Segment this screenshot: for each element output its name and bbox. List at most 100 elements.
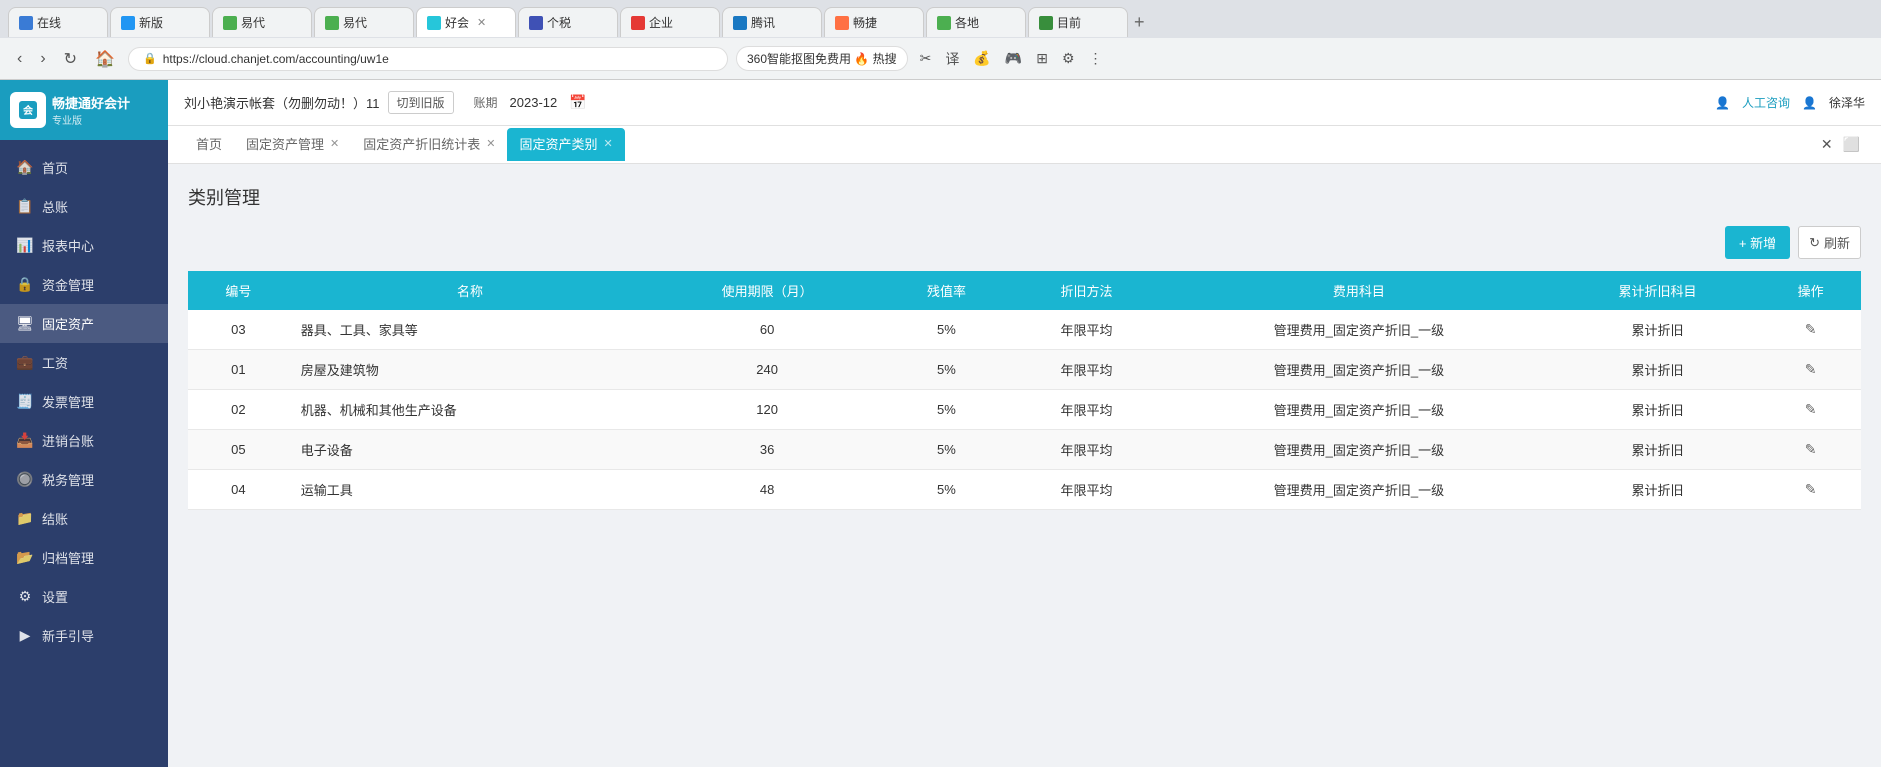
sidebar-item-assets-label: 固定资产: [42, 314, 94, 333]
sidebar-item-fund[interactable]: 🔒 资金管理: [0, 265, 168, 304]
sidebar-item-ledger[interactable]: 📋 总账: [0, 187, 168, 226]
service-label[interactable]: 人工咨询: [1742, 94, 1790, 111]
cell-accumulated-0: 累计折旧: [1555, 310, 1760, 350]
edit-button-3[interactable]: ✎: [1801, 439, 1821, 460]
sidebar-item-payroll[interactable]: 💼 工资: [0, 343, 168, 382]
col-method: 折旧方法: [1010, 271, 1163, 310]
table-row: 01 房屋及建筑物 240 5% 年限平均 管理费用_固定资产折旧_一级 累计折…: [188, 350, 1861, 390]
browser-tab-1[interactable]: 新版: [110, 7, 210, 37]
favicon-8: [835, 16, 849, 30]
col-residual: 残值率: [883, 271, 1010, 310]
tab-label-5: 个税: [547, 14, 571, 31]
search-label: 360智能抠图免费用 🔥 热搜: [747, 50, 897, 67]
tab-asset-mgmt-label: 固定资产管理: [246, 134, 324, 153]
address-bar[interactable]: 🔒 https://cloud.chanjet.com/accounting/u…: [128, 47, 728, 71]
cell-action-1[interactable]: ✎: [1760, 350, 1861, 390]
browser-tab-10[interactable]: 目前: [1028, 7, 1128, 37]
page-title: 类别管理: [188, 184, 1861, 210]
tab-depreciation[interactable]: 固定资产折旧统计表 ✕: [351, 126, 507, 163]
sidebar-item-assets[interactable]: 🖥 固定资产: [0, 304, 168, 343]
invoice-icon: 🧾: [16, 393, 34, 411]
user-label: 徐泽华: [1829, 94, 1865, 111]
col-id: 编号: [188, 271, 289, 310]
cell-months-4: 48: [651, 470, 883, 510]
sidebar: 会 畅捷通好会计 专业版 🏠 首页 📋 总账 📊 报表中心 🔒: [0, 80, 168, 767]
sidebar-item-settings[interactable]: ⚙ 设置: [0, 577, 168, 616]
browser-tab-7[interactable]: 腾讯: [722, 7, 822, 37]
logo-main-text: 畅捷通好会计: [52, 93, 130, 112]
forward-button[interactable]: ›: [35, 48, 50, 70]
edit-button-1[interactable]: ✎: [1801, 359, 1821, 380]
calendar-icon[interactable]: 📅: [569, 94, 586, 111]
tab-category-close[interactable]: ✕: [604, 137, 613, 150]
close-window-btn[interactable]: ✕: [1816, 134, 1838, 155]
tab-label-3: 易代: [343, 14, 367, 31]
sidebar-item-inventory[interactable]: 📥 进销台账: [0, 421, 168, 460]
browser-tab-3[interactable]: 易代: [314, 7, 414, 37]
game-btn[interactable]: 🎮: [1001, 48, 1026, 69]
cell-action-4[interactable]: ✎: [1760, 470, 1861, 510]
tab-home[interactable]: 首页: [184, 126, 234, 163]
tab-depreciation-label: 固定资产折旧统计表: [363, 134, 480, 153]
refresh-button[interactable]: ↻ 刷新: [1798, 226, 1861, 259]
browser-tab-6[interactable]: 企业: [620, 7, 720, 37]
cell-accumulated-4: 累计折旧: [1555, 470, 1760, 510]
service-icon: 👤: [1715, 96, 1730, 110]
tab-close-4[interactable]: ✕: [477, 16, 486, 29]
settings-nav-icon: ⚙: [16, 588, 34, 606]
page-tab-strip: 首页 固定资产管理 ✕ 固定资产折旧统计表 ✕ 固定资产类别 ✕ ✕ ⬜: [168, 126, 1881, 164]
cell-action-3[interactable]: ✎: [1760, 430, 1861, 470]
edit-button-2[interactable]: ✎: [1801, 399, 1821, 420]
edit-button-0[interactable]: ✎: [1801, 319, 1821, 340]
translate-btn[interactable]: 译: [941, 47, 963, 71]
cell-months-1: 240: [651, 350, 883, 390]
edit-button-4[interactable]: ✎: [1801, 479, 1821, 500]
favicon-5: [529, 16, 543, 30]
tab-asset-mgmt[interactable]: 固定资产管理 ✕: [234, 126, 351, 163]
sidebar-item-guide[interactable]: ▶ 新手引导: [0, 616, 168, 655]
browser-tab-4[interactable]: 好会 ✕: [416, 7, 516, 37]
search-box[interactable]: 360智能抠图免费用 🔥 热搜: [736, 46, 908, 71]
favicon-6: [631, 16, 645, 30]
new-tab-button[interactable]: +: [1130, 12, 1149, 33]
sidebar-item-reports[interactable]: 📊 报表中心: [0, 226, 168, 265]
tab-depreciation-close[interactable]: ✕: [486, 137, 495, 150]
browser-tab-5[interactable]: 个税: [518, 7, 618, 37]
browser-tab-2[interactable]: 易代: [212, 7, 312, 37]
cell-method-4: 年限平均: [1010, 470, 1163, 510]
sidebar-item-tax[interactable]: 🔘 税务管理: [0, 460, 168, 499]
tab-category[interactable]: 固定资产类别 ✕: [507, 128, 624, 161]
content-area: 类别管理 + 新增 ↻ 刷新 编号 名称 使用期限（月） 残值率 折旧方法 费: [168, 164, 1881, 767]
cell-action-2[interactable]: ✎: [1760, 390, 1861, 430]
sidebar-item-archive[interactable]: 📂 归档管理: [0, 538, 168, 577]
guide-icon: ▶: [16, 627, 34, 645]
favicon-1: [121, 16, 135, 30]
grid-btn[interactable]: ⊞: [1032, 48, 1052, 69]
tab-asset-mgmt-close[interactable]: ✕: [330, 137, 339, 150]
browser-tab-0[interactable]: 在线: [8, 7, 108, 37]
more-btn[interactable]: ⋮: [1085, 48, 1107, 69]
maximize-window-btn[interactable]: ⬜: [1838, 134, 1865, 155]
favicon-9: [937, 16, 951, 30]
browser-tab-9[interactable]: 各地: [926, 7, 1026, 37]
scissors-btn[interactable]: ✂: [916, 48, 936, 69]
cell-action-0[interactable]: ✎: [1760, 310, 1861, 350]
reload-button[interactable]: ↻: [59, 47, 82, 71]
ssl-icon: 🔒: [143, 52, 157, 65]
sidebar-item-invoice[interactable]: 🧾 发票管理: [0, 382, 168, 421]
sidebar-item-inventory-label: 进销台账: [42, 431, 94, 450]
wallet-btn[interactable]: 💰: [969, 48, 994, 69]
logo-text-block: 畅捷通好会计 专业版: [52, 93, 130, 127]
settings-btn[interactable]: ⚙: [1058, 48, 1079, 69]
tab-home-label: 首页: [196, 134, 222, 153]
switch-version-button[interactable]: 切到旧版: [388, 91, 454, 114]
cell-expense-4: 管理费用_固定资产折旧_一级: [1163, 470, 1555, 510]
sidebar-item-closing[interactable]: 📁 结账: [0, 499, 168, 538]
browser-tab-8[interactable]: 畅捷: [824, 7, 924, 37]
home-button[interactable]: 🏠: [90, 47, 120, 71]
back-button[interactable]: ‹: [12, 48, 27, 70]
col-action: 操作: [1760, 271, 1861, 310]
add-button[interactable]: + 新增: [1725, 226, 1790, 259]
sidebar-item-home[interactable]: 🏠 首页: [0, 148, 168, 187]
favicon-3: [325, 16, 339, 30]
